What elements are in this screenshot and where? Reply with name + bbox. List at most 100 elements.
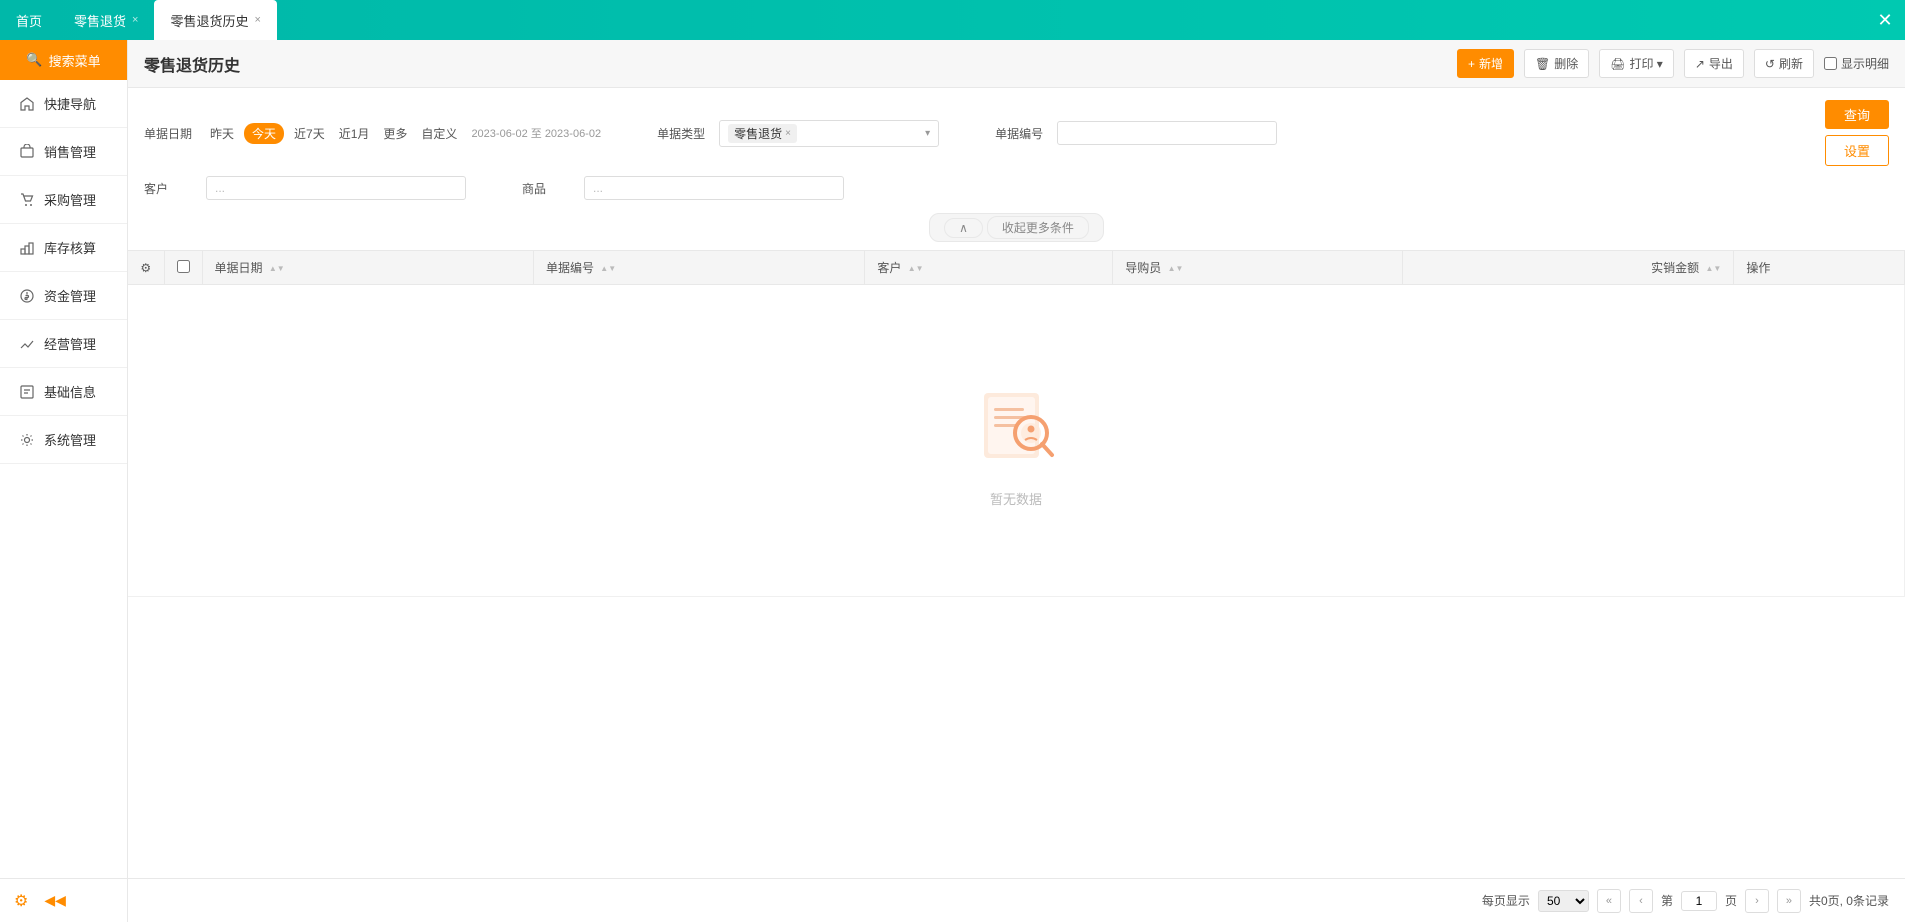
type-tag-text: 零售退货 — [734, 125, 782, 142]
col-number[interactable]: 单据编号 ▲▼ — [533, 251, 864, 285]
refresh-label: 刷新 — [1779, 55, 1803, 72]
print-label: 打印 ▾ — [1629, 55, 1662, 72]
col-date-sort: ▲▼ — [269, 264, 285, 273]
sidebar-item-baseinfo[interactable]: 基础信息 — [0, 368, 127, 416]
empty-state-cell: 暂无数据 — [128, 285, 1905, 597]
add-button[interactable]: + 新增 — [1457, 49, 1514, 78]
sidebar-item-sales[interactable]: 销售管理 — [0, 128, 127, 176]
table-container: ⚙ 单据日期 ▲▼ 单据编号 ▲▼ — [128, 251, 1905, 878]
sidebar-item-business[interactable]: 经营管理 — [0, 320, 127, 368]
tab-retail-return-history-label: 零售退货历史 — [170, 11, 248, 30]
page-header: 零售退货历史 + 新增 🗑 删除 🖨 打印 ▾ ↗ 导出 — [128, 40, 1905, 88]
refresh-button[interactable]: ↺ 刷新 — [1754, 49, 1814, 78]
page-number-input[interactable] — [1681, 891, 1717, 911]
sidebar-item-system-label: 系统管理 — [44, 430, 96, 449]
window-close-button[interactable]: ✕ — [1865, 0, 1905, 40]
per-page-select[interactable]: 50 100 200 — [1538, 890, 1589, 912]
col-customer-sort: ▲▼ — [908, 264, 924, 273]
date-range-display: 2023-06-02 至 2023-06-02 — [471, 125, 601, 141]
collapse-arrow-icon: ∧ — [944, 218, 983, 238]
col-amount-sort: ▲▼ — [1706, 264, 1722, 273]
col-date-label: 单据日期 — [215, 261, 263, 275]
query-search-button[interactable]: 查询 — [1825, 100, 1889, 129]
sidebar-item-quicknav[interactable]: 快捷导航 — [0, 80, 127, 128]
show-detail-checkbox[interactable] — [1824, 57, 1837, 70]
tab-retail-return[interactable]: 零售退货 × — [58, 0, 154, 40]
customer-filter-input[interactable]: ... — [206, 176, 466, 200]
tab-retail-return-close[interactable]: × — [132, 14, 138, 26]
top-bar: 首页 零售退货 × 零售退货历史 × ✕ — [0, 0, 1905, 40]
sidebar-item-purchase[interactable]: 采购管理 — [0, 176, 127, 224]
customer-filter-label: 客户 — [144, 180, 200, 197]
sidebar: 🔍 搜索菜单 快捷导航 销售管理 采购管理 — [0, 40, 128, 922]
page-last-button[interactable]: » — [1777, 889, 1801, 913]
col-checkbox[interactable] — [164, 251, 202, 285]
type-dropdown-arrow: ▾ — [925, 128, 930, 139]
date-shortcut-today[interactable]: 今天 — [244, 123, 284, 144]
col-settings[interactable]: ⚙ — [128, 251, 164, 285]
date-shortcut-more[interactable]: 更多 — [379, 123, 411, 144]
sidebar-sound-icon[interactable]: ◀◀ — [44, 892, 66, 909]
print-icon: 🖨 — [1610, 57, 1625, 71]
sidebar-item-finance-label: 资金管理 — [44, 286, 96, 305]
sales-icon — [18, 143, 36, 161]
tab-retail-return-history[interactable]: 零售退货历史 × — [154, 0, 276, 40]
date-shortcut-custom[interactable]: 自定义 — [417, 123, 461, 144]
page-prev-button[interactable]: ‹ — [1629, 889, 1653, 913]
sidebar-search-label: 搜索菜单 — [49, 51, 101, 70]
sidebar-settings-icon[interactable]: ⚙ — [14, 891, 28, 911]
col-customer[interactable]: 客户 ▲▼ — [865, 251, 1113, 285]
collapse-label: ∧ 收起更多条件 — [929, 213, 1104, 242]
type-tag-remove[interactable]: × — [785, 128, 791, 139]
sidebar-item-business-label: 经营管理 — [44, 334, 96, 353]
print-button[interactable]: 🖨 打印 ▾ — [1599, 49, 1674, 78]
date-shortcut-1month[interactable]: 近1月 — [335, 123, 374, 144]
main-layout: 🔍 搜索菜单 快捷导航 销售管理 采购管理 — [0, 40, 1905, 922]
page-title: 零售退货历史 — [144, 52, 240, 76]
number-filter-input[interactable] — [1057, 121, 1277, 145]
col-date[interactable]: 单据日期 ▲▼ — [202, 251, 533, 285]
date-shortcut-yesterday[interactable]: 昨天 — [206, 123, 238, 144]
purchase-icon — [18, 191, 36, 209]
main-content: 零售退货历史 + 新增 🗑 删除 🖨 打印 ▾ ↗ 导出 — [128, 40, 1905, 922]
export-button[interactable]: ↗ 导出 — [1684, 49, 1744, 78]
goods-filter-input[interactable]: ... — [584, 176, 844, 200]
tab-list: 首页 零售退货 × 零售退货历史 × — [0, 0, 1865, 40]
sidebar-item-inventory[interactable]: 库存核算 — [0, 224, 127, 272]
date-filter-label: 单据日期 — [144, 125, 200, 142]
page-next-button[interactable]: › — [1745, 889, 1769, 913]
sidebar-search-button[interactable]: 🔍 搜索菜单 — [0, 40, 127, 80]
col-amount[interactable]: 实销金额 ▲▼ — [1402, 251, 1733, 285]
sidebar-item-purchase-label: 采购管理 — [44, 190, 96, 209]
per-page-label: 每页显示 — [1482, 892, 1530, 909]
select-all-checkbox[interactable] — [177, 260, 190, 273]
query-settings-button[interactable]: 设置 — [1825, 135, 1889, 166]
export-icon: ↗ — [1695, 57, 1705, 71]
sidebar-menu: 快捷导航 销售管理 采购管理 库存核算 — [0, 80, 127, 878]
col-guide[interactable]: 导购员 ▲▼ — [1113, 251, 1403, 285]
total-info: 共0页, 0条记录 — [1809, 892, 1889, 909]
inventory-icon — [18, 239, 36, 257]
sidebar-item-baseinfo-label: 基础信息 — [44, 382, 96, 401]
type-filter-select[interactable]: 零售退货 × ▾ — [719, 120, 939, 147]
table-settings-icon[interactable]: ⚙ — [140, 261, 151, 275]
sidebar-item-finance[interactable]: 资金管理 — [0, 272, 127, 320]
collapse-text: 收起更多条件 — [987, 216, 1089, 239]
show-detail-label[interactable]: 显示明细 — [1824, 55, 1889, 72]
collapse-bar[interactable]: ∧ 收起更多条件 — [144, 208, 1889, 250]
goods-filter-label: 商品 — [522, 180, 578, 197]
tab-retail-return-history-close[interactable]: × — [254, 14, 260, 26]
empty-text: 暂无数据 — [990, 489, 1042, 508]
date-shortcut-7days[interactable]: 近7天 — [290, 123, 329, 144]
system-icon — [18, 431, 36, 449]
page-first-button[interactable]: « — [1597, 889, 1621, 913]
delete-label: 删除 — [1554, 55, 1578, 72]
business-icon — [18, 335, 36, 353]
delete-button[interactable]: 🗑 删除 — [1524, 49, 1589, 78]
delete-icon: 🗑 — [1535, 57, 1550, 71]
sidebar-footer: ⚙ ◀◀ — [0, 878, 127, 922]
col-guide-label: 导购员 — [1125, 261, 1161, 275]
sidebar-item-system[interactable]: 系统管理 — [0, 416, 127, 464]
tab-home[interactable]: 首页 — [0, 0, 58, 40]
query-buttons: 查询 设置 — [1815, 100, 1889, 166]
